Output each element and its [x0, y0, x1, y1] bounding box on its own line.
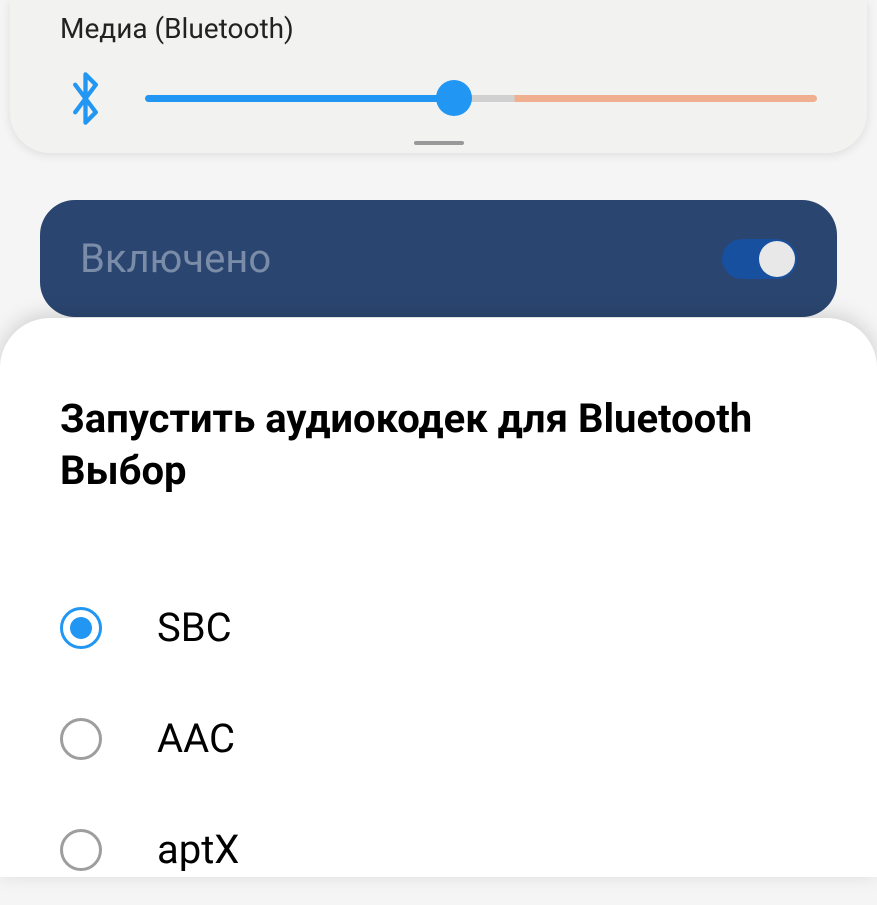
toggle-knob	[759, 241, 795, 277]
radio-button[interactable]	[60, 607, 102, 649]
radio-label: aptX	[157, 826, 239, 873]
panel-drag-handle[interactable]	[414, 141, 464, 145]
radio-button[interactable]	[60, 718, 102, 760]
volume-row	[60, 73, 817, 123]
radio-label: AAC	[157, 715, 235, 762]
codec-option-aac[interactable]: AAC	[60, 683, 817, 794]
codec-option-sbc[interactable]: SBC	[60, 572, 817, 683]
modal-title: Запустить аудиокодек для Bluetooth Выбор	[60, 393, 817, 497]
slider-thumb[interactable]	[436, 80, 472, 116]
codec-option-aptx[interactable]: aptX	[60, 794, 817, 905]
codec-selection-modal: Запустить аудиокодек для Bluetooth Выбор…	[0, 318, 877, 877]
radio-button[interactable]	[60, 829, 102, 871]
developer-options-toggle-card[interactable]: Включено	[40, 200, 837, 317]
toggle-switch[interactable]	[722, 239, 797, 279]
volume-label: Медиа (Bluetooth)	[60, 12, 817, 45]
radio-label: SBC	[157, 604, 232, 651]
bluetooth-icon	[60, 73, 110, 123]
slider-fill	[145, 95, 454, 102]
volume-slider[interactable]	[145, 78, 817, 118]
slider-track	[145, 95, 817, 102]
toggle-label: Включено	[80, 235, 271, 282]
radio-dot	[70, 617, 92, 639]
volume-panel: Медиа (Bluetooth)	[10, 0, 867, 153]
background-settings: Включено	[0, 175, 877, 342]
